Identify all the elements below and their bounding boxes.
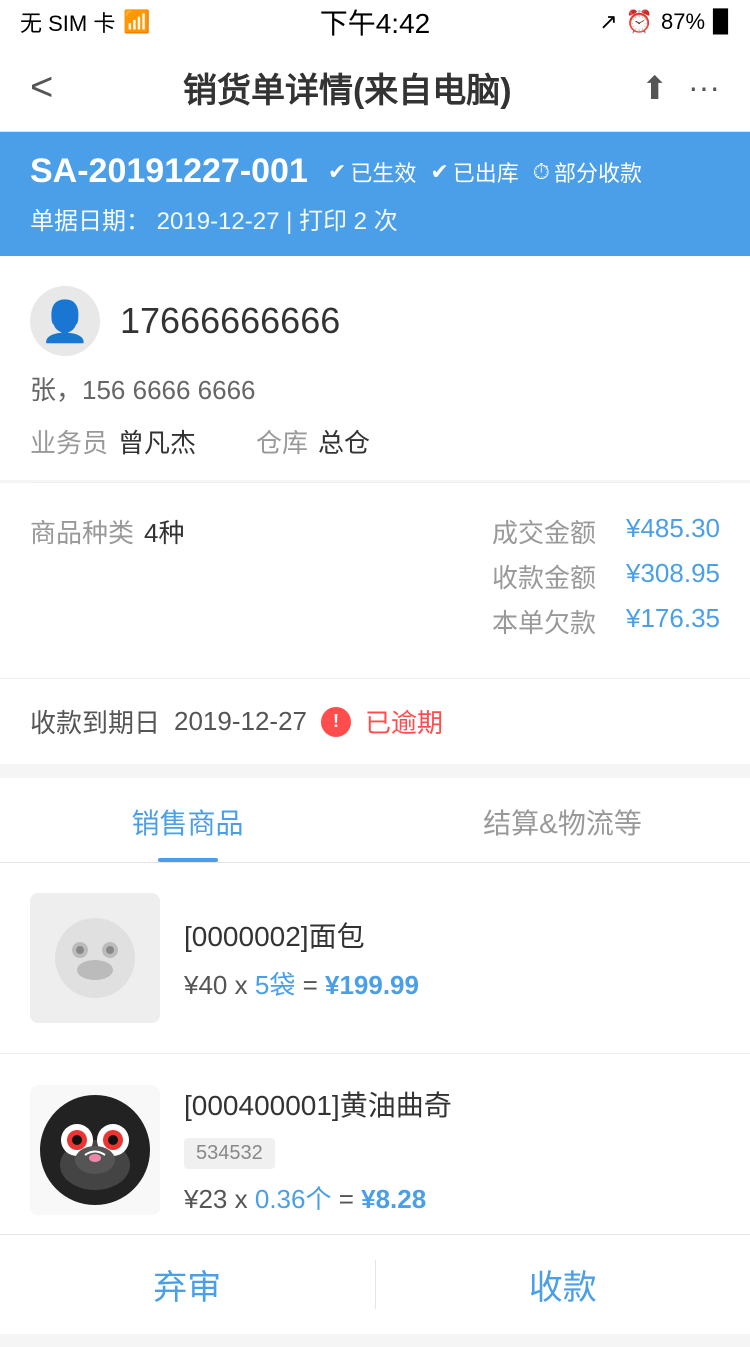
customer-name: 张，156 6666 6666	[30, 370, 720, 407]
wifi-icon: 📶	[123, 9, 150, 35]
confirm-button[interactable]: 收款	[376, 1235, 750, 1334]
product-price-1: ¥40 x 5袋 = ¥199.99	[184, 965, 720, 1002]
product-name-1: [0000002]面包	[184, 915, 720, 955]
salesperson-meta: 业务员 曾凡杰	[30, 423, 196, 460]
more-icon[interactable]: ···	[688, 69, 720, 106]
types-count: 4种	[144, 513, 184, 550]
cancel-button[interactable]: 弃审	[0, 1235, 375, 1334]
transaction-amount: ¥485.30	[626, 513, 720, 550]
product-total-2: ¥8.28	[361, 1184, 426, 1214]
product-qty-1: 5袋	[255, 970, 295, 1000]
salesperson-value: 曾凡杰	[118, 423, 196, 460]
overdue-text: 已逾期	[365, 703, 443, 740]
warehouse-value: 总仓	[318, 423, 370, 460]
tab-products[interactable]: 销售商品	[0, 778, 375, 862]
order-id: SA-20191227-001	[30, 152, 308, 191]
owed-label: 本单欠款	[492, 603, 596, 640]
received-amount: ¥308.95	[626, 558, 720, 595]
product-qty-2: 0.36个	[255, 1184, 332, 1214]
share-icon[interactable]: ⬆	[641, 69, 668, 107]
banner-top: SA-20191227-001 ✔ 已生效 ✔ 已出库 ⏱ 部分收款	[30, 152, 720, 191]
transaction-label: 成交金额	[492, 513, 596, 550]
owed-amount: ¥176.35	[626, 603, 720, 640]
warehouse-meta: 仓库 总仓	[256, 423, 370, 460]
battery-status: 87%	[661, 9, 705, 35]
summary-left: 商品种类 4种	[30, 513, 184, 550]
sim-status: 无 SIM 卡	[20, 6, 115, 38]
warehouse-label: 仓库	[256, 423, 308, 460]
list-item: [000400001]黄油曲奇 534532 ¥23 x 0.36个 = ¥8.…	[0, 1054, 750, 1247]
product-tag-2: 534532	[184, 1138, 275, 1169]
summary-types: 商品种类 4种	[30, 513, 184, 550]
product-name-2: [000400001]黄油曲奇	[184, 1084, 720, 1124]
customer-row: 👤 17666666666	[30, 286, 720, 356]
status-time: 下午4:42	[320, 2, 431, 42]
types-label: 商品种类	[30, 513, 134, 550]
page-title: 销货单详情(来自电脑)	[183, 63, 512, 112]
nav-icons: ⬆ ···	[641, 69, 720, 107]
status-bar: 无 SIM 卡 📶 下午4:42 ↗ ⏰ 87% ▉	[0, 0, 750, 44]
owed-row: 本单欠款 ¥176.35	[492, 603, 720, 640]
check-icon-2: ✔	[430, 159, 448, 185]
tab-bar: 销售商品 结算&物流等	[0, 778, 750, 863]
bottom-bar: 弃审 收款	[0, 1234, 750, 1334]
banner-badges: ✔ 已生效 ✔ 已出库 ⏱ 部分收款	[328, 156, 642, 188]
avatar: 👤	[30, 286, 100, 356]
due-date: 2019-12-27	[174, 706, 307, 737]
overdue-icon: !	[321, 707, 351, 737]
battery-icon: ▉	[713, 9, 730, 35]
header-banner: SA-20191227-001 ✔ 已生效 ✔ 已出库 ⏱ 部分收款 单据日期：…	[0, 132, 750, 256]
clock-icon: ⏱	[533, 159, 550, 185]
banner-date: 单据日期： 2019-12-27 | 打印 2 次	[30, 201, 720, 236]
location-icon: ↗	[599, 9, 617, 35]
bread-svg	[45, 908, 145, 1008]
product-image-owl	[30, 1085, 160, 1215]
summary-right: 成交金额 ¥485.30 收款金额 ¥308.95 本单欠款 ¥176.35	[492, 513, 720, 648]
salesperson-label: 业务员	[30, 423, 108, 460]
transaction-row: 成交金额 ¥485.30	[492, 513, 720, 550]
product-image-bread	[30, 893, 160, 1023]
badge-shipped: ✔ 已出库	[430, 156, 518, 188]
badge-partial: ⏱ 部分收款	[533, 156, 642, 188]
received-label: 收款金额	[492, 558, 596, 595]
list-item: [0000002]面包 ¥40 x 5袋 = ¥199.99	[0, 863, 750, 1054]
date-value: 2019-12-27	[157, 208, 280, 235]
product-price-2: ¥23 x 0.36个 = ¥8.28	[184, 1179, 720, 1216]
alarm-icon: ⏰	[626, 9, 653, 35]
tab-settlement[interactable]: 结算&物流等	[375, 778, 750, 862]
back-button[interactable]: <	[30, 65, 53, 110]
product-list: [0000002]面包 ¥40 x 5袋 = ¥199.99	[0, 863, 750, 1247]
received-row: 收款金额 ¥308.95	[492, 558, 720, 595]
status-left: 无 SIM 卡 📶	[20, 6, 151, 38]
customer-section: 👤 17666666666 张，156 6666 6666 业务员 曾凡杰 仓库…	[0, 256, 750, 480]
product-total-1: ¥199.99	[325, 970, 419, 1000]
check-icon-1: ✔	[328, 159, 346, 185]
product-info-2: [000400001]黄油曲奇 534532 ¥23 x 0.36个 = ¥8.…	[184, 1084, 720, 1216]
user-icon: 👤	[40, 298, 90, 345]
customer-meta: 业务员 曾凡杰 仓库 总仓	[30, 423, 720, 460]
status-right: ↗ ⏰ 87% ▉	[599, 9, 730, 35]
nav-bar: < 销货单详情(来自电脑) ⬆ ···	[0, 44, 750, 132]
badge-effective: ✔ 已生效	[328, 156, 416, 188]
date-label: 单据日期：	[30, 208, 150, 235]
product-info-1: [0000002]面包 ¥40 x 5袋 = ¥199.99	[184, 915, 720, 1002]
customer-phone: 17666666666	[120, 300, 340, 342]
due-label: 收款到期日	[30, 703, 160, 740]
owl-svg	[35, 1090, 155, 1210]
due-section: 收款到期日 2019-12-27 ! 已逾期	[0, 678, 750, 764]
summary-section: 商品种类 4种 成交金额 ¥485.30 收款金额 ¥308.95 本单欠款 ¥…	[0, 483, 750, 678]
print-info: | 打印 2 次	[286, 208, 398, 235]
